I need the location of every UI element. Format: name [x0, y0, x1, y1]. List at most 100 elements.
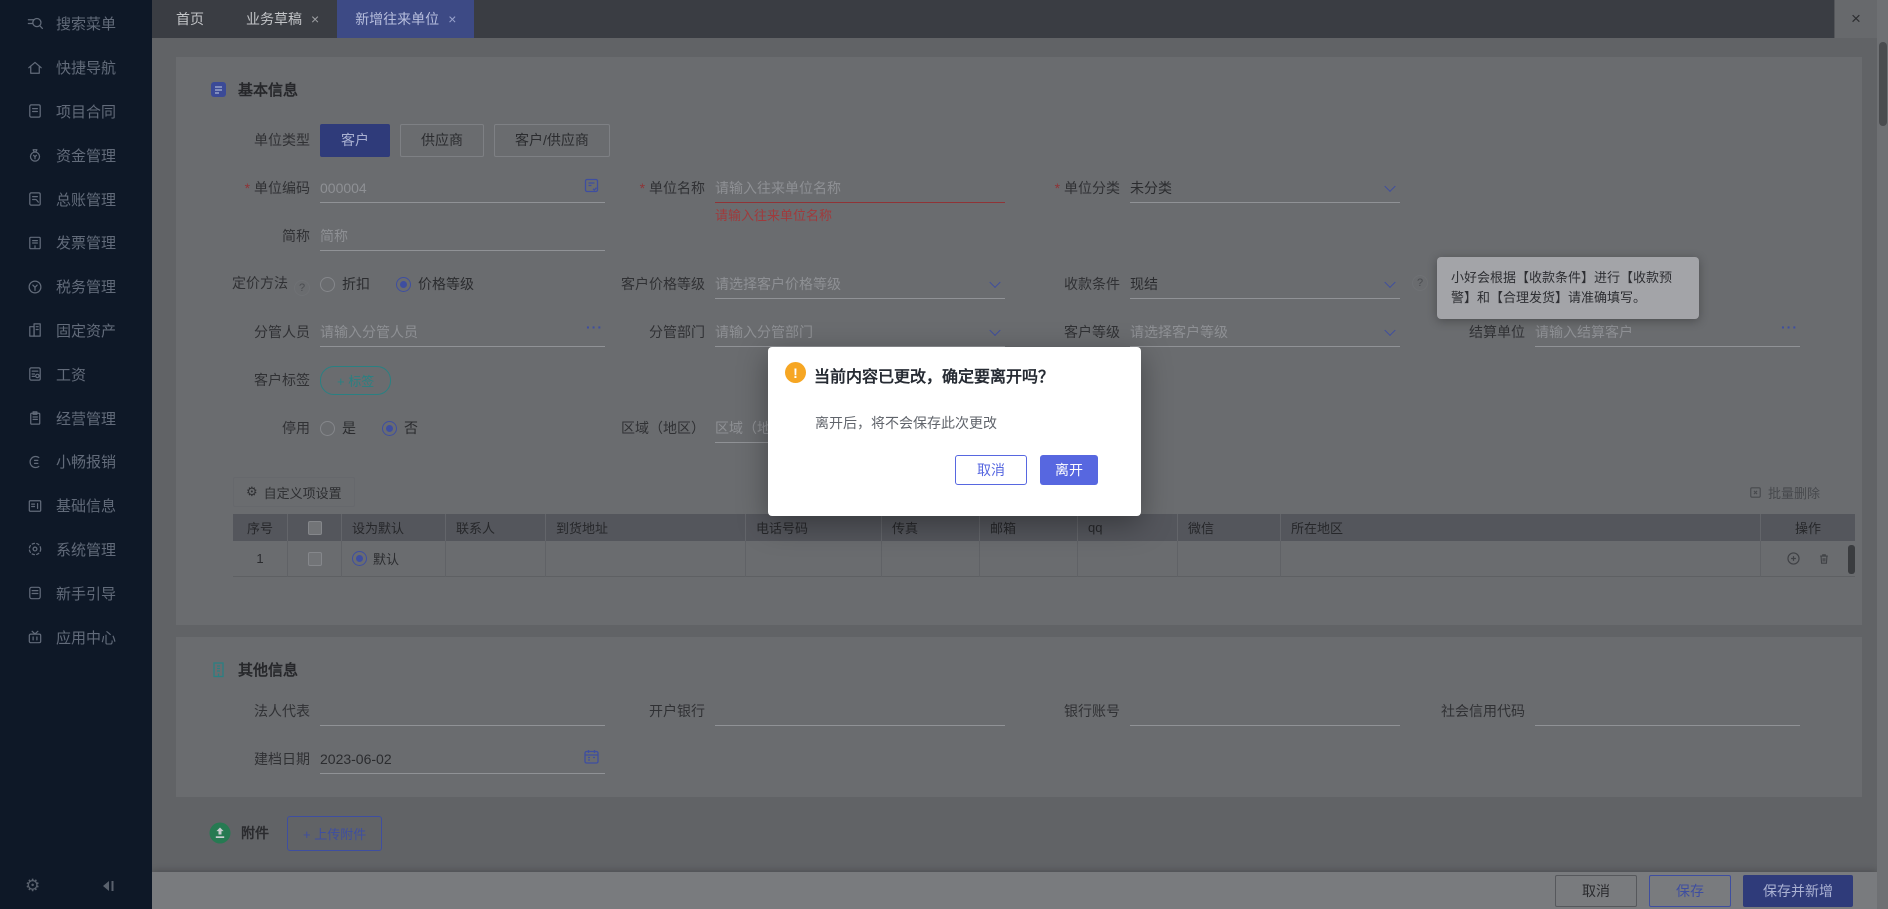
close-page-button[interactable]: ×: [1834, 0, 1877, 38]
table-row-cell[interactable]: [287, 540, 341, 577]
select-all-checkbox-cell: [287, 514, 341, 541]
sidebar-item-general-ledger[interactable]: 总账管理: [0, 177, 152, 221]
customer-level-select[interactable]: 请选择客户等级: [1130, 317, 1400, 347]
radio-disabled-no[interactable]: [382, 420, 397, 436]
credit-code-field[interactable]: [1535, 696, 1800, 726]
tab-home[interactable]: 首页: [152, 0, 228, 38]
table-row[interactable]: 1 默认: [233, 540, 1855, 577]
sidebar-item-xiaochang-expense[interactable]: 小畅报销: [0, 440, 152, 484]
bank-account-field[interactable]: [1130, 696, 1400, 726]
collapse-sidebar-icon[interactable]: [100, 878, 116, 894]
sidebar-item-label: 资金管理: [56, 147, 117, 165]
dialog-cancel-button[interactable]: 取消: [955, 455, 1027, 485]
help-icon[interactable]: ?: [1412, 275, 1428, 291]
sidebar-item-basic-info[interactable]: 基础信息: [0, 484, 152, 528]
delete-row-icon[interactable]: [1816, 551, 1832, 567]
code-rule-icon[interactable]: [582, 176, 601, 195]
bank-field[interactable]: [715, 696, 1005, 726]
custom-settings-button[interactable]: ⚙ 自定义项设置: [233, 477, 355, 507]
payment-terms-select[interactable]: 现结 ?: [1130, 269, 1428, 299]
sidebar-item-invoice[interactable]: 发票管理: [0, 221, 152, 265]
customer-price-level-select[interactable]: 请选择客户价格等级: [715, 269, 1005, 299]
sidebar-item-funds[interactable]: 资金管理: [0, 133, 152, 177]
sidebar-item-project-contract[interactable]: 项目合同: [0, 90, 152, 134]
tab-close-icon[interactable]: ×: [311, 12, 319, 26]
unit-type-customer-button[interactable]: 客户: [320, 123, 390, 157]
row-checkbox[interactable]: [307, 551, 322, 566]
abbr-field[interactable]: 简称: [320, 221, 605, 251]
sidebar-item-fixed-assets[interactable]: 固定资产: [0, 309, 152, 353]
settings-gear-icon[interactable]: ⚙: [25, 876, 40, 896]
payment-terms-tooltip: 小好会根据【收款条件】进行【收款预警】和【合理发货】请准确填写。: [1437, 257, 1699, 319]
table-scrollbar-thumb[interactable]: [1848, 545, 1855, 574]
radio-label: 是: [342, 420, 356, 436]
sidebar-item-beginner-guide[interactable]: 新手引导: [0, 571, 152, 615]
tab-close-icon[interactable]: ×: [448, 12, 456, 26]
unit-category-select[interactable]: 未分类: [1130, 173, 1400, 203]
abbr-placeholder: 简称: [320, 227, 348, 244]
page-scrollbar-track[interactable]: [1877, 0, 1888, 909]
table-header-cell: 电话号码: [745, 514, 881, 541]
table-row-cell: [545, 540, 745, 577]
unit-type-both-button[interactable]: 客户/供应商: [494, 123, 610, 157]
radio-label: 价格等级: [418, 276, 474, 292]
save-button[interactable]: 保存: [1649, 874, 1731, 907]
sidebar-menu: 搜索菜单快捷导航项目合同资金管理总账管理 发票管理税务管理固定资产 工资 经营管理 小畅…: [0, 0, 152, 659]
project-contract-icon: [25, 102, 44, 121]
add-tag-button[interactable]: + 标签: [320, 365, 392, 395]
table-row-cell: [445, 540, 545, 577]
table-row-cell[interactable]: 默认: [341, 540, 445, 577]
upload-attachment-button[interactable]: + 上传附件: [287, 815, 383, 851]
select-all-checkbox[interactable]: [307, 520, 322, 535]
file-date-field[interactable]: 2023-06-02: [320, 744, 605, 774]
basic-info-section-icon: [211, 81, 226, 97]
operations-icon: [25, 409, 44, 428]
unit-category-label: 单位分类: [1015, 178, 1120, 198]
other-info-card: 其他信息 法人代表 开户银行 银行账号 社会信用代码 建档日期 2023-06-…: [176, 637, 1862, 797]
sidebar-item-label: 税务管理: [56, 279, 117, 297]
add-row-icon[interactable]: [1785, 550, 1802, 567]
unit-name-field[interactable]: 请输入往来单位名称 请输入往来单位名称: [715, 173, 1005, 223]
basic-info-card: 基本信息 单位类型 客户 供应商 客户/供应商 单位编码 000004 单位名称…: [176, 57, 1862, 625]
unit-type-supplier-button[interactable]: 供应商: [400, 123, 484, 157]
unit-code-value: 000004: [320, 179, 367, 196]
cancel-button[interactable]: 取消: [1555, 874, 1637, 907]
unit-code-field[interactable]: 000004: [320, 173, 605, 203]
page-scrollbar-thumb[interactable]: [1878, 42, 1887, 126]
table-row-cell[interactable]: [1760, 540, 1855, 577]
quick-nav-icon: [25, 58, 44, 77]
sidebar-item-tax[interactable]: 税务管理: [0, 265, 152, 309]
radio-label: 折扣: [342, 276, 370, 292]
sidebar-item-app-center[interactable]: 应用中心: [0, 615, 152, 659]
disabled-label: 停用: [282, 420, 310, 436]
system-icon: [25, 540, 44, 559]
default-contact-radio[interactable]: [352, 551, 367, 566]
tab-business-draft[interactable]: 业务草稿 ×: [228, 0, 337, 38]
tab-label: 新增往来单位: [355, 11, 440, 27]
sidebar-item-system[interactable]: 系统管理: [0, 528, 152, 572]
sidebar-item-payroll[interactable]: 工资: [0, 352, 152, 396]
chevron-down-icon: [1384, 276, 1396, 288]
radio-disabled-yes[interactable]: [320, 420, 335, 436]
radio-price-level[interactable]: [396, 276, 411, 292]
contacts-table: 序号 设为默认 联系人 到货地址 电话号码 传真 邮箱 qq 微信 所在地区 操作 1 默认: [233, 514, 1855, 577]
chevron-down-icon: [989, 276, 1001, 288]
sidebar-item-quick-nav[interactable]: 快捷导航: [0, 46, 152, 90]
legal-rep-field[interactable]: [320, 696, 605, 726]
radio-discount[interactable]: [320, 276, 335, 292]
settle-unit-field[interactable]: 请输入结算客户: [1535, 317, 1800, 347]
dialog-title: 当前内容已更改，确定要离开吗？: [814, 369, 1055, 386]
sidebar-item-search-menu[interactable]: 搜索菜单: [0, 2, 152, 46]
sidebar: 搜索菜单快捷导航项目合同资金管理总账管理 发票管理税务管理固定资产 工资 经营管理 小畅…: [0, 0, 152, 909]
sidebar-item-operations[interactable]: 经营管理: [0, 396, 152, 440]
save-and-new-button[interactable]: 保存并新增: [1743, 874, 1853, 907]
sidebar-item-label: 快捷导航: [56, 60, 117, 78]
help-icon[interactable]: ?: [294, 279, 310, 296]
manage-dept-select[interactable]: 请输入分管部门: [715, 317, 1005, 347]
unit-category-value: 未分类: [1130, 179, 1172, 196]
batch-delete-button[interactable]: 批量删除: [1748, 483, 1820, 502]
dialog-leave-button[interactable]: 离开: [1040, 455, 1098, 485]
calendar-icon[interactable]: [582, 747, 601, 766]
manager-field[interactable]: 请输入分管人员: [320, 317, 605, 347]
tab-new-partner[interactable]: 新增往来单位 ×: [337, 0, 475, 38]
